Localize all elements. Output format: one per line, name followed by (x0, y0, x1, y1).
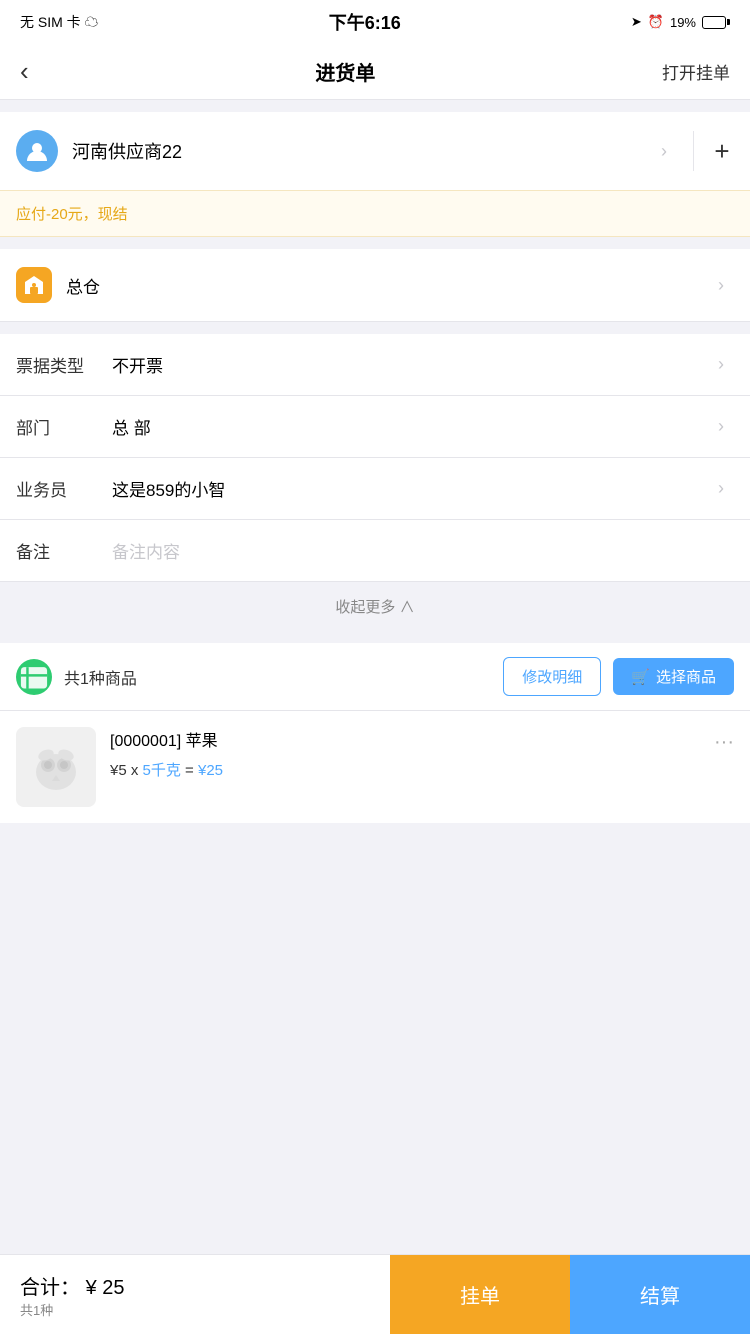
gap-3 (0, 322, 750, 334)
bottom-bar: 合计： ¥ 25 共1种 挂单 结算 (0, 1254, 750, 1334)
total-count: 共1种 (20, 1300, 370, 1319)
remark-label: 备注 (16, 538, 96, 563)
product-total: ¥25 (198, 762, 223, 779)
product-info: [0000001] 苹果 ¥5 x 5千克 = ¥25 (110, 727, 700, 780)
back-button[interactable]: ‹ (20, 56, 29, 87)
status-left: 无 SIM 卡 ☁ (20, 12, 99, 32)
status-right: ➤ ⏰ 19% (631, 14, 730, 30)
product-section: 共1种商品 修改明细 🛒 选择商品 [0000001] 苹果 ¥5 (0, 643, 750, 823)
department-value: 总 部 (112, 414, 718, 439)
page-title: 进货单 (315, 57, 375, 86)
warehouse-row[interactable]: 总仓 › (0, 249, 750, 322)
gap-1 (0, 100, 750, 112)
supplier-avatar (16, 130, 58, 172)
ticket-type-value: 不开票 (112, 352, 718, 377)
product-header: 共1种商品 修改明细 🛒 选择商品 (0, 643, 750, 711)
bottom-spacer (0, 823, 750, 923)
remark-row[interactable]: 备注 备注内容 (0, 520, 750, 581)
remark-placeholder: 备注内容 (112, 538, 734, 563)
collapse-bar[interactable]: 收起更多 ∧ (0, 581, 750, 631)
gap-4 (0, 631, 750, 643)
supplier-select[interactable]: 河南供应商22 › (0, 112, 693, 190)
product-icon (16, 659, 52, 695)
warehouse-label: 总仓 (66, 273, 718, 298)
supplier-section: 河南供应商22 › + (0, 112, 750, 190)
product-unit-price: ¥5 (110, 762, 127, 779)
checkout-button[interactable]: 结算 (570, 1255, 750, 1334)
chevron-right-icon: › (718, 478, 724, 499)
department-row[interactable]: 部门 总 部 › (0, 396, 750, 458)
add-supplier-button[interactable]: + (694, 136, 750, 167)
cart-icon: 🛒 (631, 668, 650, 686)
total-section: 合计： ¥ 25 共1种 (0, 1255, 390, 1334)
alarm-icon: ⏰ (648, 14, 664, 30)
total-label: 合计： (20, 1277, 80, 1299)
supplier-name: 河南供应商22 (72, 138, 661, 164)
product-quantity: 5千克 (143, 762, 181, 779)
ticket-type-row[interactable]: 票据类型 不开票 › (0, 334, 750, 396)
total-value: ¥ 25 (86, 1277, 125, 1299)
chevron-right-icon: › (718, 275, 724, 296)
salesperson-row[interactable]: 业务员 这是859的小智 › (0, 458, 750, 520)
product-thumbnail (16, 727, 96, 807)
hang-button[interactable]: 挂单 (390, 1255, 570, 1334)
form-section: 票据类型 不开票 › 部门 总 部 › 业务员 这是859的小智 › 备注 备注… (0, 334, 750, 581)
department-label: 部门 (16, 414, 96, 439)
chevron-right-icon: › (661, 141, 667, 162)
product-name: [0000001] 苹果 (110, 727, 700, 751)
product-count: 共1种商品 (64, 665, 491, 689)
warehouse-icon (16, 267, 52, 303)
salesperson-label: 业务员 (16, 476, 96, 501)
select-product-button[interactable]: 🛒 选择商品 (613, 658, 734, 695)
nav-bar: ‹ 进货单 打开挂单 (0, 44, 750, 100)
open-hang-button[interactable]: 打开挂单 (662, 59, 730, 84)
product-item: [0000001] 苹果 ¥5 x 5千克 = ¥25 ··· (0, 711, 750, 823)
total-amount: 合计： ¥ 25 (20, 1271, 370, 1300)
product-multiply: x (131, 762, 143, 779)
chevron-right-icon: › (718, 354, 724, 375)
battery-percent: 19% (670, 15, 696, 30)
battery-icon (702, 16, 730, 29)
product-price-row: ¥5 x 5千克 = ¥25 (110, 759, 700, 780)
chevron-right-icon: › (718, 416, 724, 437)
salesperson-value: 这是859的小智 (112, 476, 718, 501)
payment-banner: 应付-20元，现结 (0, 190, 750, 237)
location-icon: ➤ (631, 14, 642, 30)
edit-detail-button[interactable]: 修改明细 (503, 657, 601, 696)
status-bar: 无 SIM 卡 ☁ 下午6:16 ➤ ⏰ 19% (0, 0, 750, 44)
status-time: 下午6:16 (329, 9, 401, 35)
product-more-button[interactable]: ··· (714, 731, 734, 754)
ticket-type-label: 票据类型 (16, 352, 96, 377)
product-equals: = (185, 762, 198, 779)
gap-2 (0, 237, 750, 249)
